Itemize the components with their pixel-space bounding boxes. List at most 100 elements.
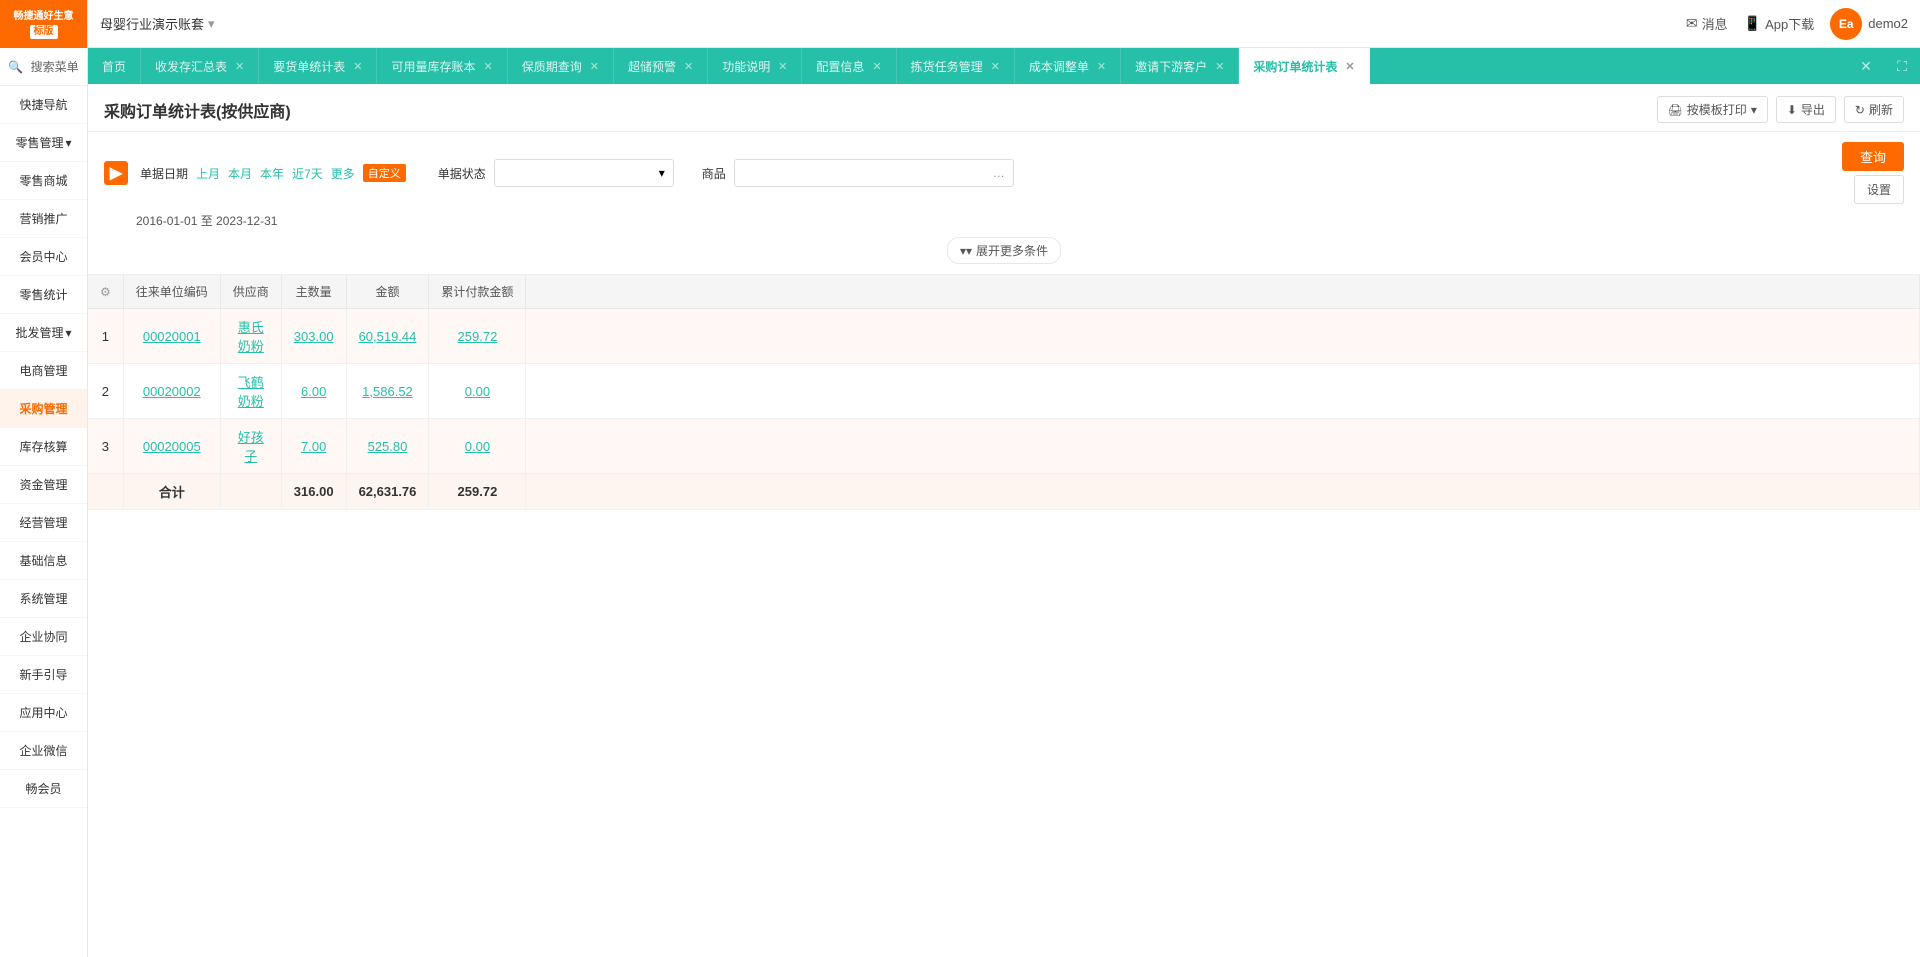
date-shortcut-this-year[interactable]: 本年 [260, 165, 284, 182]
sidebar-item-member[interactable]: 会员中心 [0, 238, 87, 276]
ellipsis-icon: … [993, 166, 1005, 180]
sidebar-item-wechat[interactable]: 企业微信 [0, 732, 87, 770]
sidebar-item-finance[interactable]: 资金管理 [0, 466, 87, 504]
tab-func-desc[interactable]: 功能说明 ✕ [708, 48, 802, 84]
tab-overstock[interactable]: 超储预警 ✕ [614, 48, 708, 84]
tab-goods-stat[interactable]: 要货单统计表 ✕ [259, 48, 377, 84]
settings-icon[interactable]: ⚙ [100, 285, 111, 299]
user-menu[interactable]: Ea demo2 [1830, 8, 1908, 40]
chevron-down-icon[interactable]: ▾ [208, 16, 215, 32]
sidebar-item-ecommerce[interactable]: 电商管理 [0, 352, 87, 390]
filter-expand-row: ▾▾ 展开更多条件 [104, 237, 1904, 264]
tab-inventory-ledger[interactable]: 可用量库存账本 ✕ [377, 48, 507, 84]
cell-extra-2 [526, 364, 1920, 419]
cell-code-2[interactable]: 00020002 [123, 364, 220, 419]
query-button[interactable]: 查询 [1842, 142, 1904, 171]
goods-select[interactable]: … [734, 159, 1014, 187]
cell-code-3[interactable]: 00020005 [123, 419, 220, 474]
footer-extra [526, 474, 1920, 510]
sidebar-item-inventory[interactable]: 库存核算 [0, 428, 87, 466]
message-button[interactable]: ✉ 消息 [1686, 14, 1728, 33]
tab-close-icon[interactable]: ✕ [991, 60, 1000, 73]
sidebar-item-wholesale[interactable]: 批发管理 ▾ [0, 314, 87, 352]
tab-maximize-button[interactable]: ⛶ [1884, 48, 1920, 84]
tab-close-icon[interactable]: ✕ [484, 60, 493, 73]
tab-invite[interactable]: 邀请下游客户 ✕ [1121, 48, 1239, 84]
cell-code-1[interactable]: 00020001 [123, 309, 220, 364]
export-icon: ⬇ [1787, 103, 1797, 117]
tab-close-icon[interactable]: ✕ [1345, 60, 1354, 73]
tab-close-window-button[interactable]: ✕ [1848, 48, 1884, 84]
tab-home[interactable]: 首页 [88, 48, 141, 84]
filter-toggle-button[interactable]: ▶ [104, 161, 128, 185]
refresh-button[interactable]: ↻ 刷新 [1844, 96, 1904, 123]
tab-cost-adjust[interactable]: 成本调整单 ✕ [1015, 48, 1121, 84]
date-shortcut-7days[interactable]: 近7天 [292, 165, 323, 182]
sidebar-item-enterprise[interactable]: 企业协同 [0, 618, 87, 656]
cell-paid-3[interactable]: 0.00 [429, 419, 526, 474]
settings-button[interactable]: 设置 [1854, 175, 1904, 204]
tab-close-icon[interactable]: ✕ [590, 60, 599, 73]
tab-purchase-stat[interactable]: 采购订单统计表 ✕ [1239, 48, 1369, 84]
cell-qty-2[interactable]: 6.00 [281, 364, 346, 419]
cell-extra-1 [526, 309, 1920, 364]
cell-amount-2[interactable]: 1,586.52 [346, 364, 429, 419]
export-button[interactable]: ⬇ 导出 [1776, 96, 1836, 123]
col-qty: 主数量 [281, 275, 346, 309]
filter-date-group: 单据日期 上月 本月 本年 近7天 更多 自定义 [140, 164, 406, 182]
cell-qty-1[interactable]: 303.00 [281, 309, 346, 364]
sidebar-item-appstore[interactable]: 应用中心 [0, 694, 87, 732]
col-amount: 金额 [346, 275, 429, 309]
sidebar-item-vip[interactable]: 畅会员 [0, 770, 87, 808]
cell-supplier-3[interactable]: 好孩子 [220, 419, 281, 474]
tab-close-icon[interactable]: ✕ [1097, 60, 1106, 73]
topbar-actions: ✉ 消息 📱 App下载 Ea demo2 [1686, 8, 1908, 40]
tab-close-icon[interactable]: ✕ [684, 60, 693, 73]
cell-qty-3[interactable]: 7.00 [281, 419, 346, 474]
tab-expiry[interactable]: 保质期查询 ✕ [508, 48, 614, 84]
sidebar-item-retail-mall[interactable]: 零售商城 [0, 162, 87, 200]
expand-conditions-button[interactable]: ▾▾ 展开更多条件 [947, 237, 1061, 264]
col-paid: 累计付款金额 [429, 275, 526, 309]
cell-paid-1[interactable]: 259.72 [429, 309, 526, 364]
sidebar-item-retail-stat[interactable]: 零售统计 [0, 276, 87, 314]
footer-qty: 316.00 [281, 474, 346, 510]
template-print-button[interactable]: 🖨 按模板打印 ▾ [1657, 96, 1768, 123]
tab-close-icon[interactable]: ✕ [872, 60, 881, 73]
tab-task[interactable]: 拣货任务管理 ✕ [897, 48, 1015, 84]
table-row: 2 00020002 飞鹤奶粉 6.00 1,586.52 0.00 [88, 364, 1920, 419]
page-actions: 🖨 按模板打印 ▾ ⬇ 导出 ↻ 刷新 [1657, 96, 1904, 123]
cell-supplier-2[interactable]: 飞鹤奶粉 [220, 364, 281, 419]
date-custom-badge[interactable]: 自定义 [363, 164, 406, 182]
date-shortcut-this-month[interactable]: 本月 [228, 165, 252, 182]
footer-paid: 259.72 [429, 474, 526, 510]
sidebar-item-operation[interactable]: 经营管理 [0, 504, 87, 542]
col-settings[interactable]: ⚙ [88, 275, 123, 309]
app-download-button[interactable]: 📱 App下载 [1744, 14, 1815, 33]
tab-close-icon[interactable]: ✕ [1215, 60, 1224, 73]
cell-supplier-1[interactable]: 惠氏奶粉 [220, 309, 281, 364]
chevron-down-icon: ▾ [65, 136, 71, 150]
sidebar-item-quick-nav[interactable]: 快捷导航 [0, 86, 87, 124]
sidebar-item-system[interactable]: 系统管理 [0, 580, 87, 618]
sidebar-item-retail[interactable]: 零售管理 ▾ [0, 124, 87, 162]
cell-amount-3[interactable]: 525.80 [346, 419, 429, 474]
tab-config[interactable]: 配置信息 ✕ [802, 48, 896, 84]
sidebar-item-marketing[interactable]: 营销推广 [0, 200, 87, 238]
tab-close-icon[interactable]: ✕ [235, 60, 244, 73]
date-shortcut-more[interactable]: 更多 [331, 165, 355, 182]
date-shortcut-last-month[interactable]: 上月 [196, 165, 220, 182]
tab-close-icon[interactable]: ✕ [353, 60, 362, 73]
tab-close-icon[interactable]: ✕ [778, 60, 787, 73]
sidebar-item-basic[interactable]: 基础信息 [0, 542, 87, 580]
sidebar-item-purchase[interactable]: 采购管理 [0, 390, 87, 428]
topbar: 母婴行业演示账套 ▾ ✉ 消息 📱 App下载 Ea demo2 [88, 0, 1920, 48]
tab-collect[interactable]: 收发存汇总表 ✕ [141, 48, 259, 84]
tabbar: 首页 收发存汇总表 ✕ 要货单统计表 ✕ 可用量库存账本 ✕ 保质期查询 ✕ 超… [88, 48, 1920, 84]
sidebar-search[interactable]: 🔍 搜索菜单 [0, 48, 87, 86]
status-select[interactable]: ▾ [494, 159, 674, 187]
footer-empty2 [220, 474, 281, 510]
cell-amount-1[interactable]: 60,519.44 [346, 309, 429, 364]
cell-paid-2[interactable]: 0.00 [429, 364, 526, 419]
sidebar-item-guide[interactable]: 新手引导 [0, 656, 87, 694]
